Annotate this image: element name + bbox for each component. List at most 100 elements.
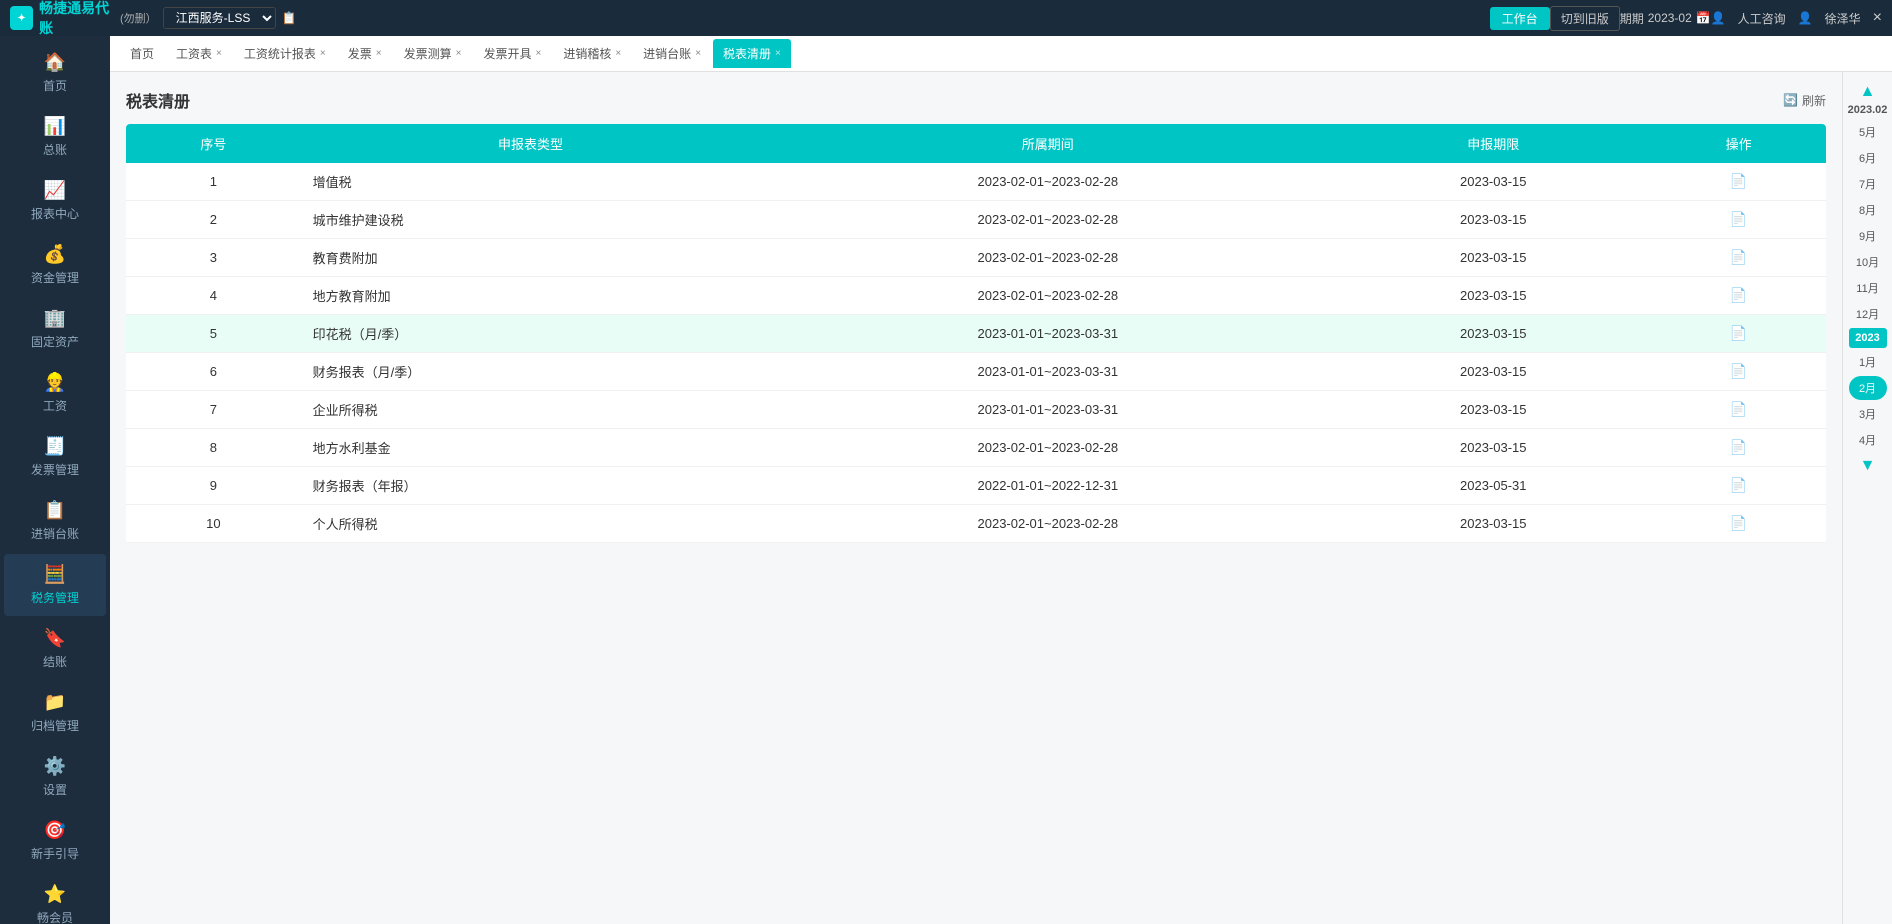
guide-icon: 🎯 (44, 820, 66, 841)
action-icon[interactable]: 📄 (1730, 439, 1747, 455)
logo-text: 畅捷通易代账 (39, 0, 120, 38)
sidebar-item-ledger[interactable]: 📊 总账 (4, 106, 106, 168)
tab-tax-list[interactable]: 税表清册 × (713, 39, 791, 68)
closing-icon: 🔖 (44, 628, 66, 649)
page-with-panel: 税表清册 🔄 刷新 序号 申报表类型 所属期间 申报期限 操作 (110, 72, 1892, 924)
sidebar-item-guide[interactable]: 🎯 新手引导 (4, 810, 106, 872)
month-item[interactable]: 1月 (1849, 350, 1887, 374)
company-dropdown[interactable]: 江西服务-LSS (163, 7, 276, 29)
month-item[interactable]: 8月 (1849, 198, 1887, 222)
month-item[interactable]: 7月 (1849, 172, 1887, 196)
action-icon[interactable]: 📄 (1730, 477, 1747, 493)
action-icon[interactable]: 📄 (1730, 515, 1747, 531)
close-button[interactable]: × (1873, 9, 1882, 27)
table-header-row: 序号 申报表类型 所属期间 申报期限 操作 (126, 124, 1826, 163)
sidebar-item-salary[interactable]: 👷 工资 (4, 362, 106, 424)
tab-invoice-close[interactable]: × (376, 48, 382, 59)
sidebar-item-assets[interactable]: 🏢 固定资产 (4, 298, 106, 360)
month-item[interactable]: 12月 (1849, 302, 1887, 326)
cell-action[interactable]: 📄 (1651, 277, 1826, 315)
action-icon[interactable]: 📄 (1730, 173, 1747, 189)
sidebar-item-reports[interactable]: 📈 报表中心 (4, 170, 106, 232)
switch-button[interactable]: 切到旧版 (1550, 6, 1620, 31)
sidebar-item-home[interactable]: 🏠 首页 (4, 42, 106, 104)
month-item[interactable]: 11月 (1849, 276, 1887, 300)
action-icon[interactable]: 📄 (1730, 249, 1747, 265)
tab-tax-list-close[interactable]: × (775, 48, 781, 59)
cell-deadline: 2023-03-15 (1335, 353, 1651, 391)
cell-type: 教育费附加 (301, 239, 761, 277)
period-icon: 📋 (282, 11, 297, 25)
action-icon[interactable]: 📄 (1730, 211, 1747, 227)
tab-home[interactable]: 首页 (120, 39, 164, 68)
refresh-button[interactable]: 🔄 刷新 (1783, 92, 1826, 109)
tab-salary-stats[interactable]: 工资统计报表 × (234, 39, 336, 68)
month-item[interactable]: 2023 (1849, 328, 1887, 348)
sidebar-label-settings: 设置 (43, 781, 67, 798)
table-row: 4 地方教育附加 2023-02-01~2023-02-28 2023-03-1… (126, 277, 1826, 315)
sidebar-item-closing[interactable]: 🔖 结账 (4, 618, 106, 680)
sidebar-item-archive[interactable]: 📁 归档管理 (4, 682, 106, 744)
cell-period: 2023-02-01~2023-02-28 (760, 239, 1335, 277)
tab-invoice-issue[interactable]: 发票开具 × (473, 39, 551, 68)
cell-action[interactable]: 📄 (1651, 163, 1826, 201)
month-item[interactable]: 9月 (1849, 224, 1887, 248)
action-icon[interactable]: 📄 (1730, 401, 1747, 417)
sidebar-item-member[interactable]: ⭐ 畅会员 (4, 874, 106, 924)
tab-purchase-ledger-close[interactable]: × (695, 48, 701, 59)
action-icon[interactable]: 📄 (1730, 363, 1747, 379)
tab-purchase-ledger[interactable]: 进销台账 × (633, 39, 711, 68)
invoice-icon: 🧾 (44, 436, 66, 457)
month-item[interactable]: 10月 (1849, 250, 1887, 274)
right-panel: ▲ 2023.02 5月6月7月8月9月10月11月12月20231月2月3月4… (1842, 72, 1892, 924)
sidebar-item-invoice[interactable]: 🧾 发票管理 (4, 426, 106, 488)
tab-salary-table-close[interactable]: × (216, 48, 222, 59)
cell-action[interactable]: 📄 (1651, 201, 1826, 239)
sidebar-item-purchase-sales[interactable]: 📋 进销台账 (4, 490, 106, 552)
tab-invoice-calc[interactable]: 发票测算 × (394, 39, 472, 68)
month-item[interactable]: 3月 (1849, 402, 1887, 426)
cell-period: 2023-02-01~2023-02-28 (760, 505, 1335, 543)
tax-table: 序号 申报表类型 所属期间 申报期限 操作 1 增值税 2023-02-01~2… (126, 124, 1826, 543)
cell-deadline: 2023-03-15 (1335, 429, 1651, 467)
sidebar-item-funds[interactable]: 💰 资金管理 (4, 234, 106, 296)
year-label: 2023.02 (1848, 104, 1888, 116)
cell-action[interactable]: 📄 (1651, 353, 1826, 391)
action-icon[interactable]: 📄 (1730, 287, 1747, 303)
table-row: 6 财务报表（月/季） 2023-01-01~2023-03-31 2023-0… (126, 353, 1826, 391)
cell-period: 2023-01-01~2023-03-31 (760, 315, 1335, 353)
tab-invoice-issue-close[interactable]: × (535, 48, 541, 59)
scroll-up-button[interactable]: ▲ (1856, 80, 1880, 104)
cell-action[interactable]: 📄 (1651, 429, 1826, 467)
tab-purchase-audit[interactable]: 进销稽核 × (553, 39, 631, 68)
cell-action[interactable]: 📄 (1651, 391, 1826, 429)
cell-action[interactable]: 📄 (1651, 505, 1826, 543)
action-icon[interactable]: 📄 (1730, 325, 1747, 341)
user-service[interactable]: 人工咨询 (1738, 10, 1786, 27)
month-item[interactable]: 2月 (1849, 376, 1887, 400)
tab-invoice[interactable]: 发票 × (338, 39, 392, 68)
table-row: 7 企业所得税 2023-01-01~2023-03-31 2023-03-15… (126, 391, 1826, 429)
sidebar-label-ledger: 总账 (43, 141, 67, 158)
tab-invoice-calc-close[interactable]: × (456, 48, 462, 59)
cell-action[interactable]: 📄 (1651, 315, 1826, 353)
cell-action[interactable]: 📄 (1651, 467, 1826, 505)
scroll-down-button[interactable]: ▼ (1856, 454, 1880, 478)
month-item[interactable]: 4月 (1849, 428, 1887, 452)
cell-type: 增值税 (301, 163, 761, 201)
tab-salary-stats-close[interactable]: × (320, 48, 326, 59)
tab-purchase-audit-close[interactable]: × (615, 48, 621, 59)
workbench-button[interactable]: 工作台 (1490, 7, 1550, 30)
top-header: ✦ 畅捷通易代账 (勿删） 江西服务-LSS 📋 工作台 切到旧版 期期 202… (0, 0, 1892, 36)
sidebar-item-tax[interactable]: 🧮 税务管理 (4, 554, 106, 616)
month-item[interactable]: 5月 (1849, 120, 1887, 144)
page-content: 税表清册 🔄 刷新 序号 申报表类型 所属期间 申报期限 操作 (110, 72, 1842, 924)
sidebar-item-settings[interactable]: ⚙️ 设置 (4, 746, 106, 808)
cell-type: 印花税（月/季） (301, 315, 761, 353)
month-item[interactable]: 6月 (1849, 146, 1887, 170)
tab-salary-table[interactable]: 工资表 × (166, 39, 232, 68)
cell-action[interactable]: 📄 (1651, 239, 1826, 277)
tab-invoice-label: 发票 (348, 45, 372, 62)
username: 徐泽华 (1825, 10, 1861, 27)
tab-purchase-ledger-label: 进销台账 (643, 45, 691, 62)
